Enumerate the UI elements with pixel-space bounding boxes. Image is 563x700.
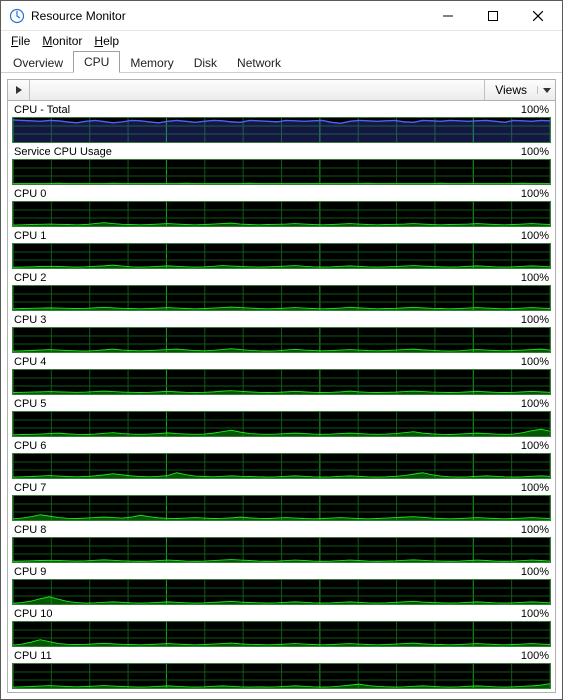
chart-title: CPU - Total: [14, 104, 70, 116]
chart-row: CPU 10 100%: [12, 607, 551, 647]
chart-graph: [12, 621, 551, 647]
chart-graph: [12, 453, 551, 479]
chart-row: CPU 8 100%: [12, 523, 551, 563]
chart-graph: [12, 411, 551, 437]
charts-container[interactable]: CPU - Total100%Service CPU Usage100%CPU …: [7, 101, 556, 693]
menu-monitor[interactable]: Monitor: [36, 32, 88, 50]
chart-graph: [12, 579, 551, 605]
chart-row: CPU 2 100%: [12, 271, 551, 311]
chart-scale: 100%: [521, 608, 549, 620]
collapse-button[interactable]: [8, 80, 30, 100]
chart-header: CPU 1 100%: [12, 229, 551, 243]
chart-row: CPU 5 100%: [12, 397, 551, 437]
chart-scale: 100%: [521, 524, 549, 536]
chart-scale: 100%: [521, 230, 549, 242]
chart-title: CPU 2: [14, 272, 46, 284]
tab-network[interactable]: Network: [227, 53, 291, 73]
chart-graph: [12, 663, 551, 689]
menu-help[interactable]: Help: [88, 32, 125, 50]
chart-row: CPU - Total 100%: [12, 103, 551, 143]
chart-graph: [12, 537, 551, 563]
chart-header: CPU 5 100%: [12, 397, 551, 411]
maximize-button[interactable]: [470, 2, 515, 30]
chart-title: CPU 4: [14, 356, 46, 368]
panel-header-spacer: [30, 80, 484, 100]
chart-title: CPU 0: [14, 188, 46, 200]
chart-header: CPU 11 100%: [12, 649, 551, 663]
chart-title: CPU 11: [14, 650, 52, 662]
chart-graph: [12, 495, 551, 521]
chart-header: CPU 8 100%: [12, 523, 551, 537]
chart-header: CPU 9 100%: [12, 565, 551, 579]
chart-header: CPU 0 100%: [12, 187, 551, 201]
window-title: Resource Monitor: [31, 9, 425, 23]
chart-header: CPU - Total 100%: [12, 103, 551, 117]
chart-scale: 100%: [521, 272, 549, 284]
tabbar: Overview CPU Memory Disk Network: [1, 51, 562, 73]
chart-title: CPU 5: [14, 398, 46, 410]
chart-scale: 100%: [521, 104, 549, 116]
chart-row: CPU 9 100%: [12, 565, 551, 605]
tab-overview[interactable]: Overview: [3, 53, 73, 73]
tab-disk[interactable]: Disk: [184, 53, 227, 73]
graph-panel: Views CPU - Total 100% Service CPU Usage 10…: [1, 73, 562, 699]
chart-scale: 100%: [521, 398, 549, 410]
minimize-button[interactable]: [425, 2, 470, 30]
chart-scale: 100%: [521, 146, 549, 158]
chart-row: CPU 6 100%: [12, 439, 551, 479]
chart-row: CPU 7 100%: [12, 481, 551, 521]
chart-row: CPU 3 100%: [12, 313, 551, 353]
tab-cpu[interactable]: CPU: [73, 51, 120, 73]
chart-header: Service CPU Usage 100%: [12, 145, 551, 159]
chart-graph: [12, 243, 551, 269]
chart-title: CPU 6: [14, 440, 46, 452]
chart-title: CPU 9: [14, 566, 46, 578]
chart-row: Service CPU Usage 100%: [12, 145, 551, 185]
views-button[interactable]: Views: [484, 80, 555, 100]
chart-row: CPU 4 100%: [12, 355, 551, 395]
window-controls: [425, 2, 560, 30]
chart-header: CPU 4 100%: [12, 355, 551, 369]
chart-title: CPU 8: [14, 524, 46, 536]
close-button[interactable]: [515, 2, 560, 30]
chart-row: CPU 0 100%: [12, 187, 551, 227]
app-icon: [9, 8, 25, 24]
chart-title: CPU 3: [14, 314, 46, 326]
titlebar: Resource Monitor: [1, 1, 562, 31]
chart-title: CPU 7: [14, 482, 46, 494]
graph-panel-header: Views: [7, 79, 556, 101]
views-label: Views: [485, 83, 537, 97]
menubar: File Monitor Help: [1, 31, 562, 51]
menu-file[interactable]: File: [5, 32, 36, 50]
views-dropdown-icon[interactable]: [537, 86, 555, 94]
chart-graph: [12, 327, 551, 353]
chart-row: CPU 1 100%: [12, 229, 551, 269]
chart-scale: 100%: [521, 440, 549, 452]
chart-graph: [12, 117, 551, 143]
chart-scale: 100%: [521, 188, 549, 200]
chart-header: CPU 7 100%: [12, 481, 551, 495]
chart-header: CPU 6 100%: [12, 439, 551, 453]
chart-title: Service CPU Usage: [14, 146, 112, 158]
chart-graph: [12, 159, 551, 185]
chart-scale: 100%: [521, 356, 549, 368]
chart-title: CPU 1: [14, 230, 46, 242]
chart-graph: [12, 369, 551, 395]
chart-header: CPU 10 100%: [12, 607, 551, 621]
chart-graph: [12, 285, 551, 311]
chart-scale: 100%: [521, 482, 549, 494]
chart-title: CPU 10: [14, 608, 53, 620]
chart-scale: 100%: [521, 650, 549, 662]
chart-header: CPU 2 100%: [12, 271, 551, 285]
chart-header: CPU 3 100%: [12, 313, 551, 327]
tab-memory[interactable]: Memory: [120, 53, 183, 73]
chart-row: CPU 11 100%: [12, 649, 551, 689]
chart-scale: 100%: [521, 314, 549, 326]
chart-scale: 100%: [521, 566, 549, 578]
chart-graph: [12, 201, 551, 227]
